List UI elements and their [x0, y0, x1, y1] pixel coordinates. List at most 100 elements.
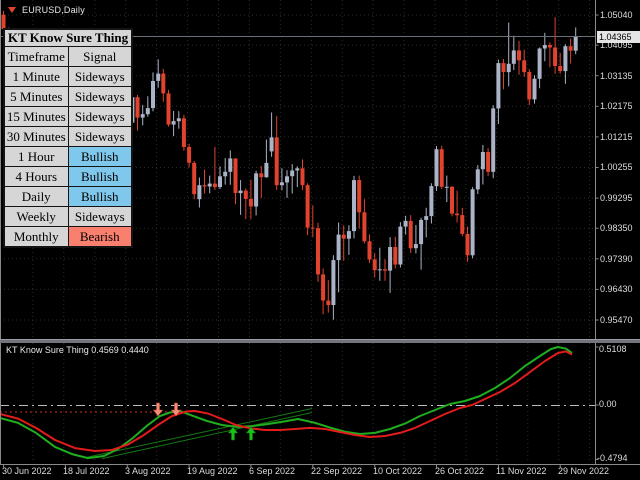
- candle-body: [310, 227, 315, 229]
- current-price-box: 1.04365: [597, 31, 640, 43]
- signal-table-header-timeframe: Timeframe: [3, 46, 69, 67]
- time-tick-label: 11 Nov 2022: [496, 466, 547, 476]
- candle-wick: [214, 146, 216, 190]
- candle-body: [1, 14, 6, 29]
- signal-table-row: Monthly Bearish: [3, 226, 133, 248]
- signal-table-row: 4 Hours Bullish: [3, 166, 133, 187]
- candle-wick: [312, 205, 314, 238]
- candle-body: [568, 46, 573, 51]
- candle-body: [145, 108, 150, 115]
- sell-arrow-icon: [152, 402, 164, 417]
- candle-body: [326, 300, 331, 306]
- candle-body: [383, 269, 387, 271]
- indicator-subwindow-title: KT Know Sure Thing 0.4569 0.4440: [6, 345, 149, 355]
- signal-table-timeframe-cell: 1 Hour: [3, 146, 69, 167]
- candle-body: [547, 45, 552, 48]
- candle-body: [352, 180, 356, 232]
- candle-body: [532, 78, 537, 100]
- signal-table-row: Weekly Sideways: [3, 206, 133, 227]
- candle-body: [331, 260, 336, 305]
- candle-wick: [379, 247, 381, 281]
- candle-body: [346, 231, 351, 239]
- candle-body: [259, 173, 264, 178]
- candle-body: [434, 149, 439, 187]
- signal-table-timeframe-cell: Weekly: [3, 206, 69, 227]
- time-tick-label: 10 Oct 2022: [373, 466, 423, 476]
- candle-body: [408, 220, 413, 249]
- candle-body: [553, 47, 558, 66]
- candle-body: [305, 185, 310, 228]
- signal-table-row: Daily Bullish: [3, 186, 133, 207]
- candle-body: [279, 182, 284, 186]
- candle-body: [207, 183, 212, 187]
- candle-body: [176, 118, 181, 122]
- signal-table-signal-cell: Sideways: [67, 206, 133, 227]
- candle-wick: [570, 38, 572, 64]
- candle-wick: [286, 170, 288, 198]
- price-tick-label: 0.95470: [600, 315, 633, 325]
- candle-body: [274, 137, 279, 186]
- candle-body: [357, 180, 362, 213]
- signal-table-row: 1 Minute Sideways: [3, 66, 133, 87]
- candle-body: [140, 114, 145, 118]
- candle-body: [527, 72, 532, 100]
- candle-body: [573, 36, 578, 51]
- signal-table-timeframe-cell: 5 Minutes: [3, 86, 69, 107]
- candle-body: [398, 226, 403, 265]
- candle-body: [506, 63, 511, 73]
- signal-table-signal-cell: Sideways: [67, 106, 133, 127]
- signal-table-signal-cell: Sideways: [67, 66, 133, 87]
- symbol-dropdown-icon[interactable]: [8, 7, 16, 13]
- candle-wick: [343, 225, 345, 261]
- candle-body: [388, 247, 393, 271]
- candle-wick: [425, 207, 427, 238]
- signal-table-row: 15 Minutes Sideways: [3, 106, 133, 127]
- signal-table-signal-cell: Bullish: [67, 166, 133, 187]
- candle-wick: [291, 164, 293, 194]
- candle-body: [171, 121, 176, 125]
- candle-body: [475, 169, 480, 190]
- signal-table-row: 1 Hour Bullish: [3, 146, 133, 167]
- candle-body: [181, 118, 186, 147]
- signal-table-header-signal: Signal: [67, 46, 133, 67]
- candle-body: [212, 183, 217, 188]
- candle-body: [563, 46, 568, 72]
- kst-signal-line: [0, 350, 573, 452]
- symbol-text: EURUSD,Daily: [22, 5, 85, 15]
- signal-table-timeframe-cell: Daily: [3, 186, 69, 207]
- kst-line: [0, 346, 573, 460]
- candle-body: [269, 137, 274, 152]
- signal-table-signal-cell: Sideways: [67, 86, 133, 107]
- indicator-trendline: [85, 408, 313, 458]
- candle-body: [377, 269, 382, 271]
- signal-table-signal-cell: Bearish: [67, 226, 133, 248]
- indicator-min-label: -0.4794: [597, 453, 628, 463]
- symbol-label: EURUSD,Daily: [8, 4, 85, 16]
- signal-table: KT Know Sure Thing Timeframe Signal 1 Mi…: [3, 28, 133, 248]
- mt4-chart-window[interactable]: EURUSD,Daily KT Know Sure Thing Timefram…: [0, 0, 640, 480]
- price-tick-label: 1.01215: [600, 132, 633, 142]
- subwindow-separator[interactable]: [0, 339, 640, 343]
- candle-body: [444, 186, 449, 188]
- candle-body: [166, 93, 171, 125]
- candle-wick: [281, 168, 283, 191]
- candle-body: [223, 171, 228, 177]
- candle-body: [321, 274, 326, 301]
- price-tick-label: 1.00255: [600, 162, 633, 172]
- candle-body: [336, 234, 341, 261]
- candle-body: [517, 50, 521, 61]
- price-tick-label: 1.02175: [600, 101, 633, 111]
- candle-body: [156, 73, 161, 81]
- candle-body: [455, 213, 460, 216]
- candle-body: [491, 108, 496, 172]
- signal-table-signal-cell: Bullish: [67, 186, 133, 207]
- time-tick-label: 29 Nov 2022: [558, 466, 610, 476]
- time-tick-label: 18 Jul 2022: [63, 466, 110, 476]
- candle-body: [197, 185, 202, 200]
- candle-body: [290, 170, 295, 177]
- signal-table-timeframe-cell: 30 Minutes: [3, 126, 69, 147]
- candle-body: [254, 173, 259, 207]
- candle-body: [424, 216, 429, 220]
- price-tick-label: 1.03135: [600, 71, 633, 81]
- candle-body: [413, 244, 418, 249]
